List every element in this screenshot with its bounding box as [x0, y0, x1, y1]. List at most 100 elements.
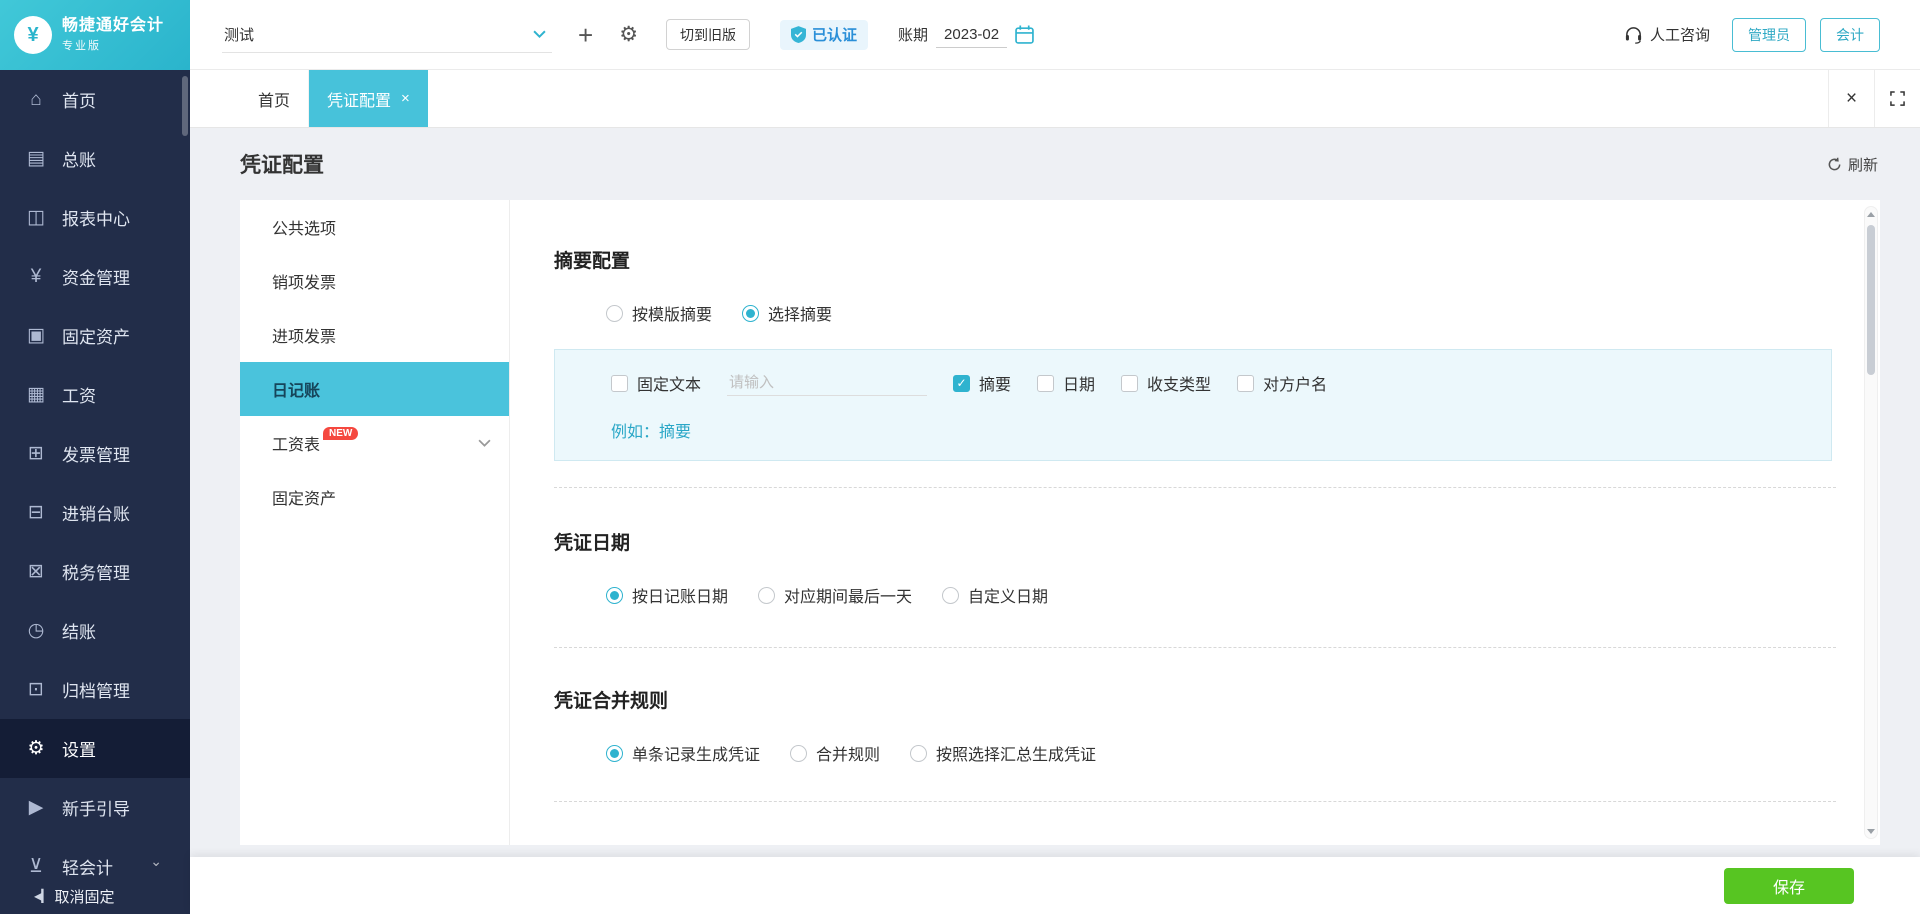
radio-icon	[742, 305, 759, 322]
sidebar: ¥ 畅捷通好会计 专业版 ⌂首页 ▤总账 ◫报表中心 ¥资金管理 ▣固定资产 ▦…	[0, 0, 190, 914]
app-logo-icon: ¥	[14, 16, 52, 54]
merge-rule-radios: 单条记录生成凭证 合并规则 按照选择汇总生成凭证	[554, 741, 1840, 765]
radio-period-last-day[interactable]: 对应期间最后一天	[758, 583, 912, 607]
tab-voucher-config[interactable]: 凭证配置 ×	[309, 70, 428, 127]
misc-icon: ⊻	[24, 855, 48, 878]
checkbox-income-expense-type[interactable]: 收支类型	[1121, 371, 1211, 395]
close-all-tabs-button[interactable]: ×	[1828, 70, 1874, 127]
calendar-icon[interactable]	[1015, 25, 1034, 44]
save-button[interactable]: 保存	[1724, 868, 1854, 904]
gear-icon: ⚙	[619, 24, 638, 45]
fullscreen-icon	[1890, 91, 1905, 106]
checkbox-icon	[611, 375, 628, 392]
section-divider	[554, 801, 1836, 802]
page-title: 凭证配置	[240, 149, 324, 179]
sidebar-item-report-center[interactable]: ◫报表中心	[0, 188, 190, 247]
submenu-sales-invoice[interactable]: 销项发票	[240, 254, 509, 308]
radio-icon	[606, 587, 623, 604]
tabbar-actions: ×	[1828, 70, 1920, 127]
home-icon: ⌂	[24, 89, 48, 111]
sidebar-item-archive-management[interactable]: ⊡归档管理	[0, 660, 190, 719]
radio-select-summary[interactable]: 选择摘要	[742, 301, 832, 325]
radio-merge-rule[interactable]: 合并规则	[790, 741, 880, 765]
fixed-assets-icon: ▣	[24, 324, 48, 347]
submenu-journal[interactable]: 日记账	[240, 362, 509, 416]
settings-quick-button[interactable]: ⚙	[619, 24, 638, 45]
scrollbar-thumb[interactable]	[1867, 225, 1875, 375]
archive-icon: ⊡	[24, 678, 48, 701]
summary-example: 例如：摘要	[611, 418, 1811, 442]
scroll-down-icon[interactable]	[1865, 824, 1877, 838]
chevron-down-icon	[533, 30, 546, 39]
sidebar-item-invoice-management[interactable]: ⊞发票管理	[0, 424, 190, 483]
fixed-text-input[interactable]	[727, 370, 927, 396]
switch-old-version-button[interactable]: 切到旧版	[666, 19, 750, 50]
radio-summarize-by-selection[interactable]: 按照选择汇总生成凭证	[910, 741, 1096, 765]
plus-icon: +	[578, 22, 593, 48]
sidebar-item-tax-management[interactable]: ⊠税务管理	[0, 542, 190, 601]
config-detail: 摘要配置 按模版摘要 选择摘要 固定文本 摘要 日期 收支类型 对方户名	[510, 200, 1880, 845]
report-icon: ◫	[24, 206, 48, 229]
submenu-fixed-assets[interactable]: 固定资产	[240, 470, 509, 524]
tabs-left-pad	[190, 70, 240, 127]
config-submenu: 公共选项 销项发票 进项发票 日记账 工资表 NEW 固定资产	[240, 200, 510, 845]
settings-gear-icon: ⚙	[24, 737, 48, 760]
section-title-voucher-date: 凭证日期	[554, 528, 1840, 555]
account-set-select[interactable]: 测试	[222, 17, 552, 53]
checkbox-fixed-text[interactable]: 固定文本	[611, 371, 701, 395]
sidebar-item-purchase-sale-ledger[interactable]: ⊟进销台账	[0, 483, 190, 542]
add-account-set-button[interactable]: +	[578, 22, 593, 48]
submenu-purchase-invoice[interactable]: 进项发票	[240, 308, 509, 362]
ledger-icon: ▤	[24, 147, 48, 170]
radio-journal-date[interactable]: 按日记账日期	[606, 583, 728, 607]
sidebar-scroll-down-icon[interactable]: ⌄	[150, 853, 162, 870]
tab-home[interactable]: 首页	[240, 70, 309, 127]
sidebar-item-funds-management[interactable]: ¥资金管理	[0, 247, 190, 306]
chevron-down-icon	[478, 439, 491, 448]
section-title-summary: 摘要配置	[554, 246, 1840, 273]
radio-single-record[interactable]: 单条记录生成凭证	[606, 741, 760, 765]
app-edition: 专业版	[62, 37, 164, 53]
app-title: 畅捷通好会计	[62, 17, 164, 35]
sidebar-item-beginner-guide[interactable]: ▶新手引导	[0, 778, 190, 837]
tabs-bar: 首页 凭证配置 × ×	[190, 70, 1920, 128]
sidebar-item-payroll[interactable]: ▦工资	[0, 365, 190, 424]
sidebar-item-fixed-assets[interactable]: ▣固定资产	[0, 306, 190, 365]
summary-options-box: 固定文本 摘要 日期 收支类型 对方户名 例如：摘要	[554, 349, 1832, 461]
headset-icon	[1624, 25, 1643, 44]
config-scrollbar[interactable]	[1864, 206, 1878, 839]
scroll-up-icon[interactable]	[1865, 207, 1877, 221]
manual-consult-button[interactable]: 人工咨询	[1624, 24, 1710, 45]
radio-template-summary[interactable]: 按模版摘要	[606, 301, 712, 325]
radio-icon	[606, 305, 623, 322]
checkbox-counterparty-name[interactable]: 对方户名	[1237, 371, 1327, 395]
closing-icon: ◷	[24, 619, 48, 642]
radio-custom-date[interactable]: 自定义日期	[942, 583, 1048, 607]
certified-label: 已认证	[812, 24, 857, 45]
close-icon: ×	[1846, 88, 1857, 110]
tax-icon: ⊠	[24, 560, 48, 583]
accounting-period: 账期 2023-02	[898, 22, 1034, 48]
period-value[interactable]: 2023-02	[936, 22, 1007, 48]
collapse-icon: ◀▎	[34, 889, 48, 903]
accountant-role-button[interactable]: 会计	[1820, 18, 1880, 52]
sidebar-item-general-ledger[interactable]: ▤总账	[0, 129, 190, 188]
radio-icon	[606, 745, 623, 762]
sidebar-item-settings[interactable]: ⚙设置	[0, 719, 190, 778]
invoice-icon: ⊞	[24, 442, 48, 465]
section-divider	[554, 647, 1836, 648]
fullscreen-button[interactable]	[1874, 70, 1920, 127]
checkbox-icon	[1121, 375, 1138, 392]
sidebar-scrollbar[interactable]	[182, 76, 188, 136]
submenu-common-options[interactable]: 公共选项	[240, 200, 509, 254]
refresh-button[interactable]: 刷新	[1827, 154, 1878, 175]
checkbox-summary[interactable]: 摘要	[953, 371, 1011, 395]
submenu-payroll-sheet[interactable]: 工资表 NEW	[240, 416, 509, 470]
checkbox-date[interactable]: 日期	[1037, 371, 1095, 395]
tab-close-icon[interactable]: ×	[401, 90, 410, 107]
unpin-sidebar-button[interactable]: ◀▎ 取消固定	[0, 878, 190, 914]
checkbox-icon	[1037, 375, 1054, 392]
sidebar-item-home[interactable]: ⌂首页	[0, 70, 190, 129]
admin-role-button[interactable]: 管理员	[1732, 18, 1806, 52]
sidebar-item-closing[interactable]: ◷结账	[0, 601, 190, 660]
